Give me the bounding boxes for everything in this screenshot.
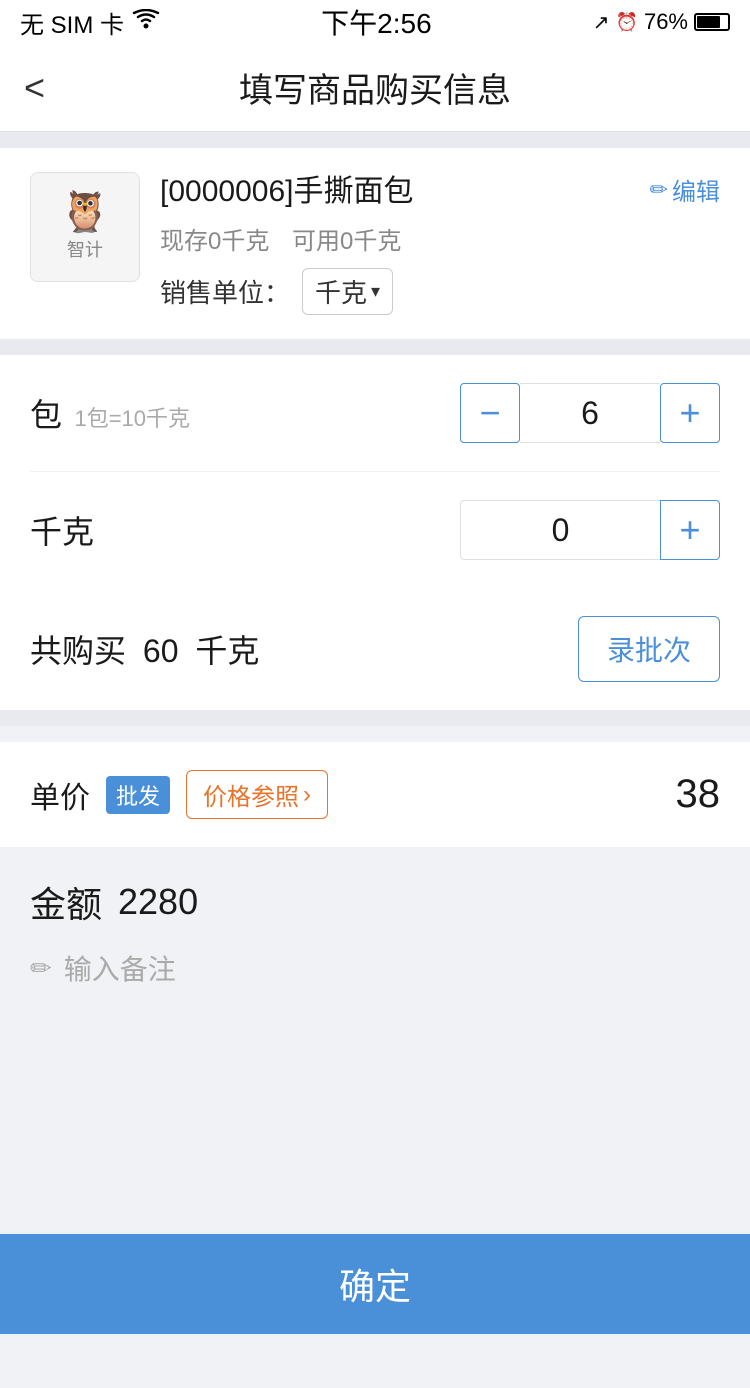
price-label: 单价 — [30, 773, 90, 817]
batch-button[interactable]: 录批次 — [578, 616, 720, 682]
total-label: 共购买 60 千克 — [30, 626, 259, 672]
form-section: 包 1包=10千克 − 6 + 千克 0 + — [0, 355, 750, 588]
package-row: 包 1包=10千克 − 6 + — [30, 355, 720, 472]
page-title: 填写商品购买信息 — [239, 63, 511, 112]
unit-dropdown-icon: ▾ — [371, 281, 380, 302]
amount-label: 金额 — [30, 876, 102, 928]
status-time: 下午2:56 — [321, 2, 432, 42]
wifi-icon — [132, 8, 160, 36]
price-value: 38 — [676, 772, 721, 817]
remark-placeholder: 输入备注 — [64, 948, 176, 988]
top-divider — [0, 132, 750, 148]
kg-row: 千克 0 + — [30, 472, 720, 588]
status-carrier: 无 SIM 卡 — [20, 5, 160, 40]
product-thumbnail: 🦉 智计 — [30, 172, 140, 282]
total-section: 共购买 60 千克 录批次 — [0, 588, 750, 710]
product-unit-row: 销售单位： 千克 ▾ — [160, 268, 720, 315]
remark-row[interactable]: ✏ 输入备注 — [30, 948, 720, 988]
total-qty: 60 — [143, 633, 179, 669]
product-logo-label: 智计 — [67, 236, 103, 262]
status-indicators: ↗ ⏰ 76% — [593, 9, 730, 35]
mid-divider2 — [0, 710, 750, 726]
package-label-group: 包 1包=10千克 — [30, 390, 190, 436]
unit-select[interactable]: 千克 ▾ — [302, 268, 393, 315]
product-info: ✏ 编辑 [0000006]手撕面包 现存0千克 可用0千克 销售单位： 千克 … — [160, 172, 720, 315]
product-card: 🦉 智计 ✏ 编辑 [0000006]手撕面包 现存0千克 可用0千克 销售单位… — [0, 148, 750, 339]
remark-edit-icon: ✏ — [30, 953, 52, 984]
location-icon: ↗ — [593, 10, 610, 35]
carrier-text: 无 SIM 卡 — [20, 5, 124, 40]
status-bar: 无 SIM 卡 下午2:56 ↗ ⏰ 76% — [0, 0, 750, 44]
package-increment-button[interactable]: + — [660, 383, 720, 443]
product-name: [0000006]手撕面包 — [160, 172, 720, 211]
back-button[interactable]: < — [24, 67, 45, 109]
package-stepper: − 6 + — [460, 383, 720, 443]
package-label: 包 — [30, 397, 62, 433]
kg-label: 千克 — [30, 507, 94, 553]
amount-value: 2280 — [118, 881, 198, 923]
kg-increment-button[interactable]: + — [660, 500, 720, 560]
price-section: 单价 批发 价格参照 › 38 — [0, 742, 750, 848]
product-stock: 现存0千克 可用0千克 — [160, 221, 720, 256]
price-ref-button[interactable]: 价格参照 › — [186, 770, 328, 819]
confirm-button[interactable]: 确定 — [0, 1234, 750, 1334]
amount-row: 金额 2280 — [30, 876, 720, 928]
product-logo-icon: 🦉 — [60, 192, 110, 232]
alarm-icon: ⏰ — [616, 12, 638, 33]
package-decrement-button[interactable]: − — [460, 383, 520, 443]
mid-divider1 — [0, 339, 750, 355]
battery-percentage: 76% — [644, 9, 688, 35]
amount-section: 金额 2280 ✏ 输入备注 — [0, 848, 750, 1008]
price-ref-chevron: › — [303, 781, 311, 809]
edit-button[interactable]: ✏ 编辑 — [650, 172, 720, 207]
kg-input[interactable]: 0 — [460, 500, 660, 560]
edit-icon: ✏ — [650, 177, 668, 203]
battery-icon — [694, 13, 730, 31]
price-type-badge: 批发 — [106, 776, 170, 814]
kg-stepper: 0 + — [460, 500, 720, 560]
nav-bar: < 填写商品购买信息 — [0, 44, 750, 132]
package-sub: 1包=10千克 — [74, 406, 190, 431]
unit-label: 销售单位： — [160, 273, 290, 310]
package-input[interactable]: 6 — [520, 383, 660, 443]
